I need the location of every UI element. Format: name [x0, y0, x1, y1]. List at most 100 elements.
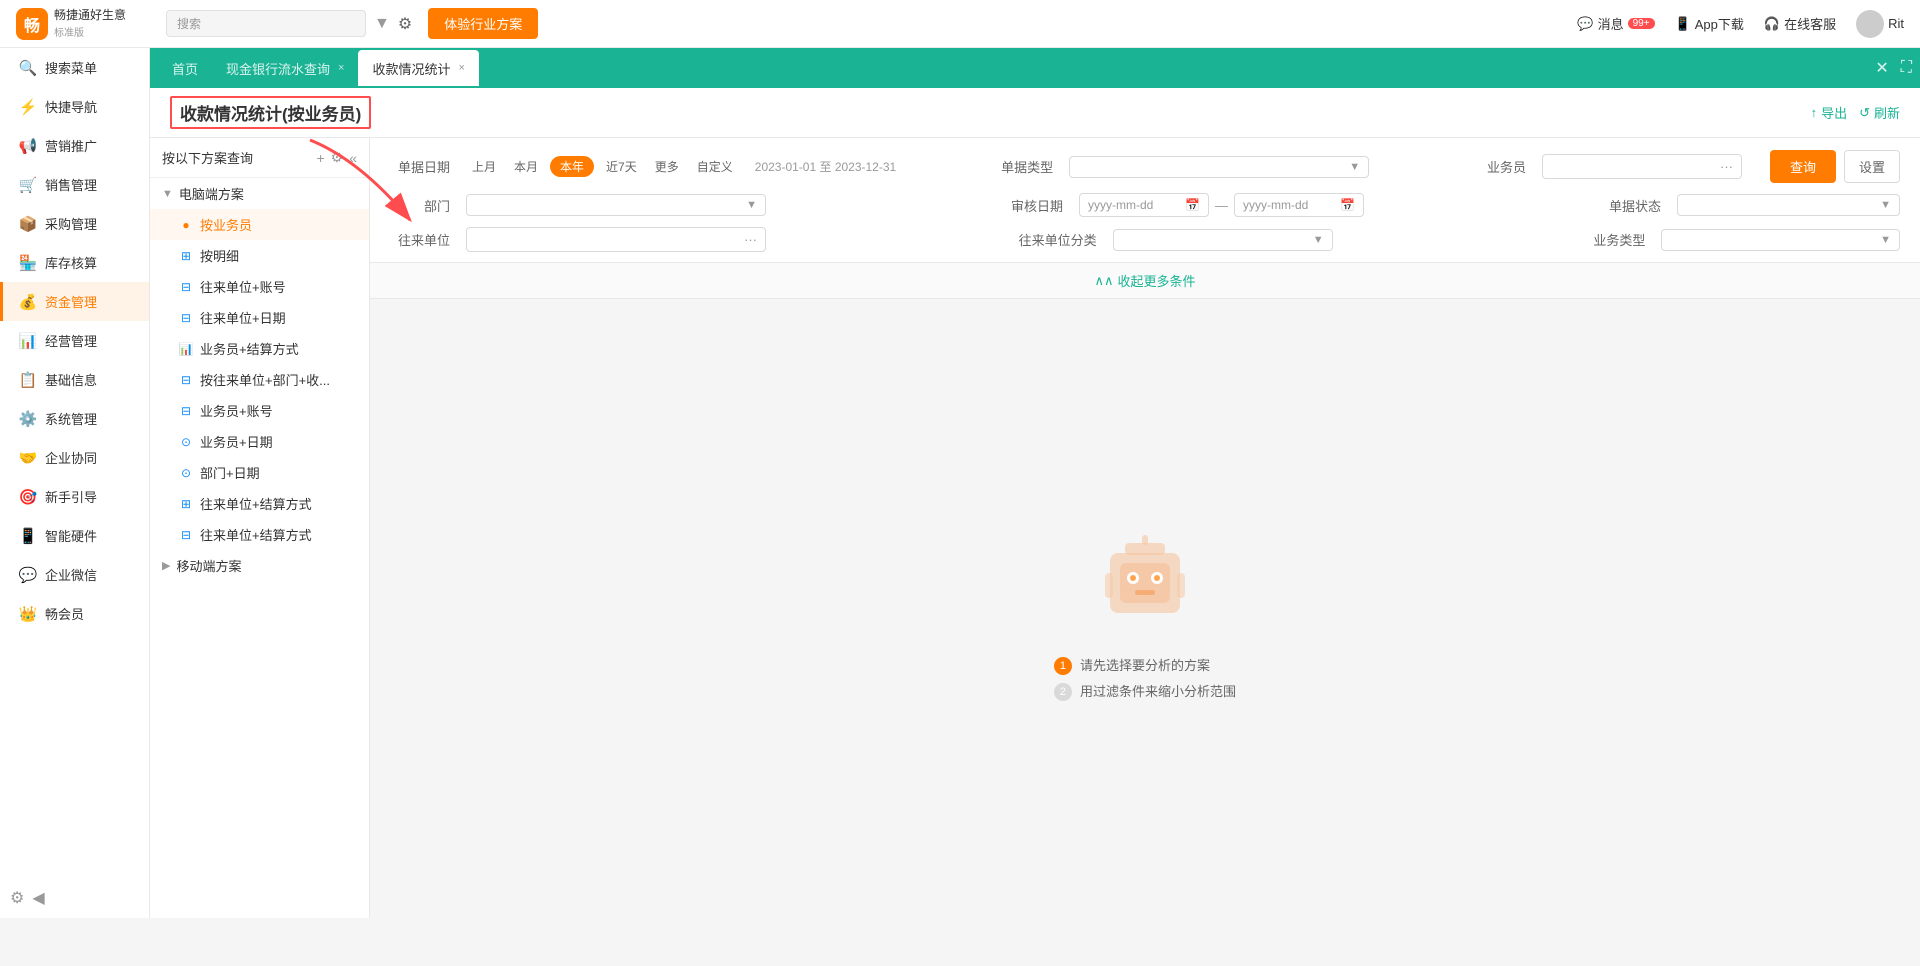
ellipsis-btn[interactable]: ···: [1720, 159, 1733, 174]
counterpart-cat-chevron-icon: ▼: [1313, 234, 1324, 246]
date-btn-this-year[interactable]: 本年: [550, 156, 594, 177]
audit-date-end[interactable]: yyyy-mm-dd 📅: [1234, 193, 1364, 217]
top-bar: 畅 畅捷通好生意 标准版 搜索 ▼ ⚙ 体验行业方案 💬 消息 99+ 📱 Ap…: [0, 0, 1920, 48]
settings-button[interactable]: 设置: [1844, 150, 1900, 183]
doc-type-select[interactable]: ▼: [1069, 156, 1369, 178]
tree-item-counterpart-settle1[interactable]: ⊞ 往来单位+结算方式: [150, 488, 369, 519]
counterpart-label: 往来单位: [390, 230, 450, 249]
date-btn-last-month[interactable]: 上月: [466, 156, 502, 177]
empty-state: 1 请先选择要分析的方案 2 用过滤条件来缩小分析范围: [370, 299, 1920, 918]
sidebar-item-corp-wechat[interactable]: 💬 企业微信: [0, 555, 149, 594]
app-download-item[interactable]: 📱 App下载: [1675, 14, 1744, 33]
sidebar-item-search-menu[interactable]: 🔍 搜索菜单: [0, 48, 149, 87]
sidebar-bottom: ⚙ ◀: [0, 878, 149, 918]
sidebar-item-purchase[interactable]: 📦 采购管理: [0, 204, 149, 243]
message-item[interactable]: 💬 消息 99+: [1577, 14, 1654, 33]
date-btn-7days[interactable]: 近7天: [600, 156, 643, 177]
user-info-item[interactable]: Rit: [1856, 10, 1904, 38]
scheme-settings-button[interactable]: ⚙: [331, 149, 344, 166]
step-num-1: 1: [1054, 657, 1072, 675]
table4-icon: ⊟: [178, 403, 194, 419]
tab-bank-flow[interactable]: 现金银行流水查询 ×: [212, 50, 358, 86]
sidebar-item-sales[interactable]: 🛒 销售管理: [0, 165, 149, 204]
table3-icon: ⊟: [178, 372, 194, 388]
tab-bank-flow-close[interactable]: ×: [338, 62, 344, 74]
date-btn-this-month[interactable]: 本月: [508, 156, 544, 177]
empty-illustration: [1085, 513, 1205, 633]
sidebar-item-operation[interactable]: 📊 经营管理: [0, 321, 149, 360]
sidebar-item-finance[interactable]: 💰 资金管理: [0, 282, 149, 321]
audit-date-input: yyyy-mm-dd 📅 — yyyy-mm-dd 📅: [1079, 193, 1364, 217]
top-search-area: 搜索 ▼ ⚙ 体验行业方案: [166, 8, 1577, 39]
refresh-button[interactable]: ↺ 刷新: [1859, 103, 1900, 122]
trial-button[interactable]: 体验行业方案: [428, 8, 538, 39]
collapse-more-button[interactable]: ∧∧ 收起更多条件: [1094, 271, 1195, 290]
clipboard-icon: 📋: [19, 371, 37, 389]
panel-collapse-button[interactable]: «: [349, 149, 357, 166]
settings-icon-btn[interactable]: ⚙: [398, 14, 412, 34]
tree-item-counterpart-account[interactable]: ⊟ 往来单位+账号: [150, 271, 369, 302]
sidebar-item-system[interactable]: ⚙️ 系统管理: [0, 399, 149, 438]
dept-chevron-icon: ▼: [746, 199, 757, 211]
sidebar-collapse-button[interactable]: ◀: [32, 888, 44, 908]
collapse-row: ∧∧ 收起更多条件: [370, 262, 1920, 298]
sidebar: 🔍 搜索菜单 ⚡ 快捷导航 📢 营销推广 🛒 销售管理 📦 采购管理 🏪 库存核…: [0, 48, 150, 918]
sidebar-item-corp-collab[interactable]: 🤝 企业协同: [0, 438, 149, 477]
tab-receipt-stats-close[interactable]: ×: [458, 62, 464, 74]
gear-icon: ⚙️: [19, 410, 37, 428]
left-panel: 按以下方案查询 + ⚙ « ▼ 电脑端方案 ● 按业务员 ⊞ 按明细: [150, 138, 370, 918]
online-service-item[interactable]: 🎧 在线客服: [1764, 14, 1836, 33]
tree-item-by-salesperson[interactable]: ● 按业务员: [150, 209, 369, 240]
right-panel: 单据日期 上月 本月 本年 近7天 更多 自定义 2023-01-01 至 20…: [370, 138, 1920, 918]
tree-item-salesperson-settlement[interactable]: 📊 业务员+结算方式: [150, 333, 369, 364]
page-header-actions: ↑ 导出 ↺ 刷新: [1811, 103, 1900, 122]
counterpart-cat-select[interactable]: ▼: [1113, 229, 1333, 251]
tree-item-dept-date[interactable]: ⊙ 部门+日期: [150, 457, 369, 488]
dept-select[interactable]: ▼: [466, 194, 766, 216]
tree-item-salesperson-date[interactable]: ⊙ 业务员+日期: [150, 426, 369, 457]
empty-step-2: 2 用过滤条件来缩小分析范围: [1054, 679, 1236, 705]
date-btn-more[interactable]: 更多: [649, 156, 685, 177]
sidebar-item-smart-hw[interactable]: 📱 智能硬件: [0, 516, 149, 555]
sidebar-settings-button[interactable]: ⚙: [10, 888, 24, 908]
export-button[interactable]: ↑ 导出: [1811, 103, 1848, 122]
top-dropdown-btn[interactable]: ▼: [374, 15, 390, 33]
tree-item-counterpart-date[interactable]: ⊟ 往来单位+日期: [150, 302, 369, 333]
doc-status-select[interactable]: ▼: [1677, 194, 1900, 216]
tab-close-all-button[interactable]: ✕: [1875, 58, 1888, 78]
bar-chart-icon: 📊: [178, 341, 194, 357]
filter-area: 单据日期 上月 本月 本年 近7天 更多 自定义 2023-01-01 至 20…: [370, 138, 1920, 299]
tree-item-counterpart-dept[interactable]: ⊟ 按往来单位+部门+收...: [150, 364, 369, 395]
sidebar-item-newbie[interactable]: 🎯 新手引导: [0, 477, 149, 516]
audit-date-start[interactable]: yyyy-mm-dd 📅: [1079, 193, 1209, 217]
tree-item-counterpart-settle2[interactable]: ⊟ 往来单位+结算方式: [150, 519, 369, 550]
sidebar-item-quick-nav[interactable]: ⚡ 快捷导航: [0, 87, 149, 126]
finance-icon: 💰: [19, 293, 37, 311]
counterpart-cat-label: 往来单位分类: [1019, 230, 1097, 249]
top-search-box[interactable]: 搜索: [166, 10, 366, 37]
sidebar-item-member[interactable]: 👑 畅会员: [0, 594, 149, 633]
date-btn-custom[interactable]: 自定义: [691, 156, 739, 177]
empty-step-1: 1 请先选择要分析的方案: [1054, 653, 1236, 679]
sidebar-item-basic-info[interactable]: 📋 基础信息: [0, 360, 149, 399]
table5-icon: ⊟: [178, 527, 194, 543]
tree-section-desktop[interactable]: ▼ 电脑端方案: [150, 178, 369, 209]
add-scheme-button[interactable]: +: [316, 149, 324, 166]
tab-receipt-stats[interactable]: 收款情况统计 ×: [358, 50, 478, 86]
tree-item-by-detail[interactable]: ⊞ 按明细: [150, 240, 369, 271]
tab-home[interactable]: 首页: [158, 50, 212, 86]
salesperson-select[interactable]: ···: [1542, 154, 1742, 179]
tree-section-mobile[interactable]: ▶ 移动端方案: [150, 550, 369, 581]
counterpart-ellipsis-btn[interactable]: ···: [744, 232, 757, 247]
sidebar-item-marketing[interactable]: 📢 营销推广: [0, 126, 149, 165]
sidebar-item-inventory[interactable]: 🏪 库存核算: [0, 243, 149, 282]
tab-fullscreen-button[interactable]: ⛶: [1901, 59, 1912, 77]
avatar: [1856, 10, 1884, 38]
biz-type-select[interactable]: ▼: [1661, 229, 1900, 251]
tree-item-salesperson-account[interactable]: ⊟ 业务员+账号: [150, 395, 369, 426]
handshake-icon: 🤝: [19, 449, 37, 467]
query-button[interactable]: 查询: [1770, 150, 1836, 183]
top-right-actions: 💬 消息 99+ 📱 App下载 🎧 在线客服 Rit: [1577, 10, 1904, 38]
counterpart-select[interactable]: ···: [466, 227, 766, 252]
export-icon: ↑: [1811, 105, 1818, 120]
